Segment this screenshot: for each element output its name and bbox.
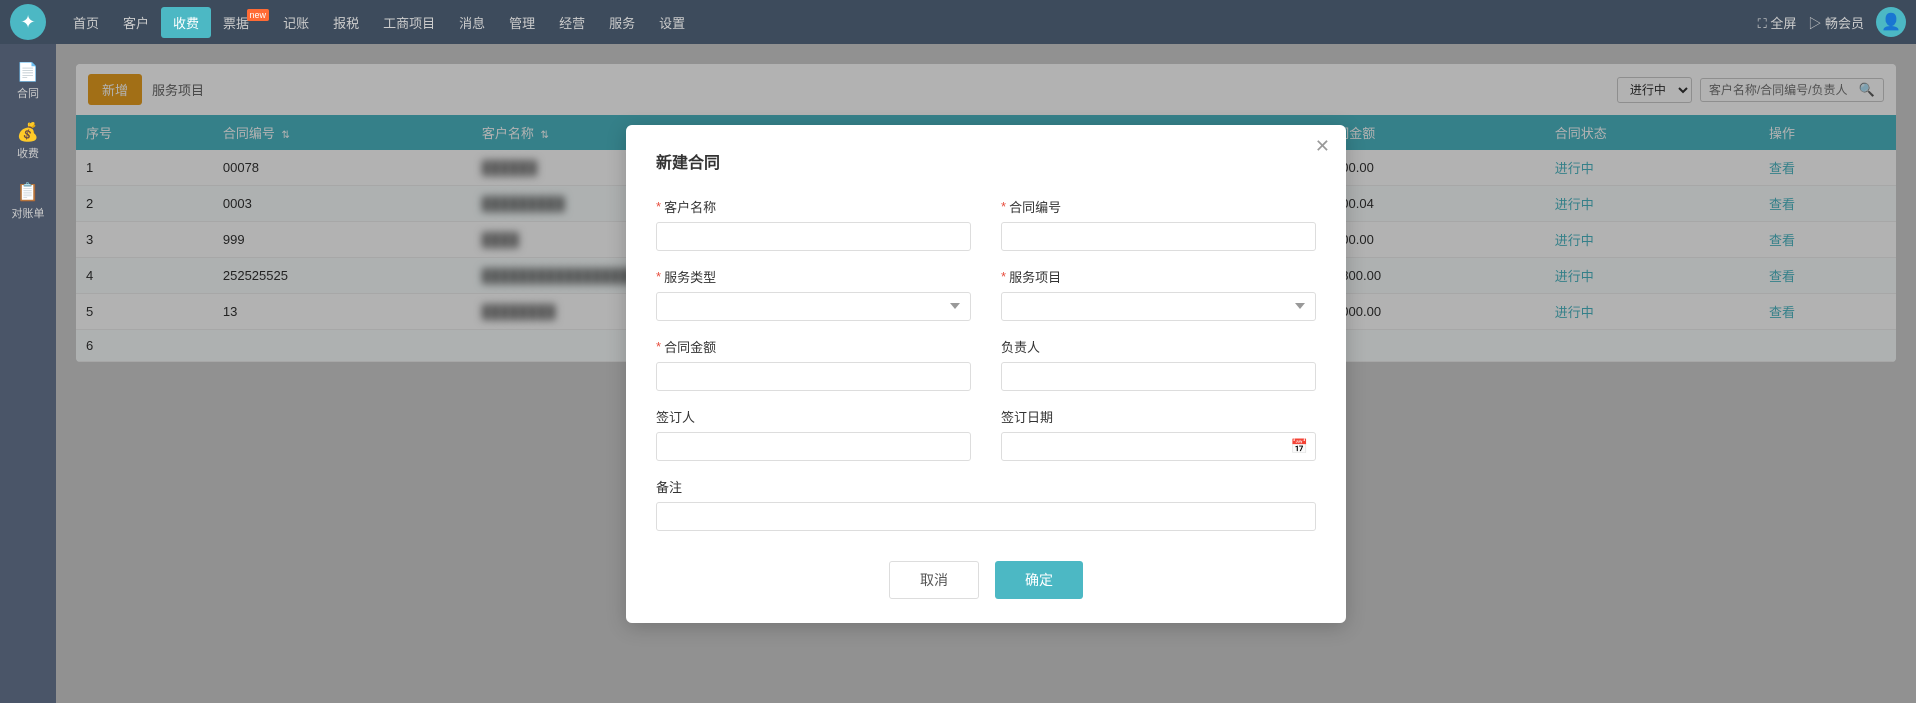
modal-new-contract: ✕ 新建合同 * 客户名称 * 合同 xyxy=(626,125,1346,623)
nav-item-manage[interactable]: 管理 xyxy=(497,7,547,38)
input-amount[interactable]: 0.00 xyxy=(656,362,971,391)
label-remark: 备注 xyxy=(656,477,1316,496)
field-contract-no: * 合同编号 xyxy=(1001,197,1316,251)
main-layout: 📄 合同 💰 收费 📋 对账单 新增 服务项目 进行中 已完成 已终止 xyxy=(0,44,1916,703)
input-sign-date[interactable]: 2023-06-06 xyxy=(1001,432,1316,461)
label-service-type: * 服务类型 xyxy=(656,267,971,286)
label-responsible-person: 负责人 xyxy=(1001,337,1316,356)
fullscreen-button[interactable]: ⛶ 全屏 xyxy=(1758,13,1797,32)
field-amount: * 合同金额 0.00 xyxy=(656,337,971,391)
input-remark[interactable] xyxy=(656,502,1316,531)
label-amount: * 合同金额 xyxy=(656,337,971,356)
nav-right: ⛶ 全屏 ▷ 畅会员 👤 xyxy=(1758,7,1906,37)
nav-items: 首页 客户 收费 票据 new 记账 报税 工商项目 消息 管理 经营 服务 设… xyxy=(61,7,1758,38)
contract-icon: 📄 xyxy=(7,62,49,83)
nav-item-tax[interactable]: 报税 xyxy=(321,7,371,38)
calendar-icon[interactable]: 📅 xyxy=(1291,438,1308,455)
field-sign-date: 签订日期 2023-06-06 📅 xyxy=(1001,407,1316,461)
sidebar-item-contract[interactable]: 📄 合同 xyxy=(3,54,53,109)
label-sign-date: 签订日期 xyxy=(1001,407,1316,426)
sidebar-item-statement-label: 对账单 xyxy=(12,208,45,220)
nav-item-message[interactable]: 消息 xyxy=(447,7,497,38)
nav-item-invoice[interactable]: 收费 xyxy=(161,7,211,38)
sidebar-item-statement[interactable]: 📋 对账单 xyxy=(3,174,53,229)
field-signer: 签订人 xyxy=(656,407,971,461)
statement-icon: 📋 xyxy=(7,182,49,203)
select-service-item[interactable] xyxy=(1001,292,1316,321)
sidebar-item-income[interactable]: 💰 收费 xyxy=(3,114,53,169)
nav-item-home[interactable]: 首页 xyxy=(61,7,111,38)
income-icon: 💰 xyxy=(7,122,49,143)
sidebar-item-contract-label: 合同 xyxy=(17,88,39,100)
nav-item-ticket[interactable]: 票据 new xyxy=(211,7,271,38)
label-service-item: * 服务项目 xyxy=(1001,267,1316,286)
nav-item-customer[interactable]: 客户 xyxy=(111,7,161,38)
modal-title: 新建合同 xyxy=(656,149,1316,173)
input-responsible-person[interactable] xyxy=(1001,362,1316,391)
new-badge: new xyxy=(247,9,270,21)
cancel-button[interactable]: 取消 xyxy=(889,561,979,599)
modal-close-button[interactable]: ✕ xyxy=(1315,137,1330,155)
field-customer-name: * 客户名称 xyxy=(656,197,971,251)
nav-item-business[interactable]: 工商项目 xyxy=(371,7,447,38)
nav-item-settings[interactable]: 设置 xyxy=(647,7,697,38)
sidebar-item-income-label: 收费 xyxy=(17,148,39,160)
label-signer: 签订人 xyxy=(656,407,971,426)
field-remark: 备注 xyxy=(656,477,1316,531)
input-contract-no[interactable] xyxy=(1001,222,1316,251)
modal-footer: 取消 确定 xyxy=(656,561,1316,599)
nav-item-operation[interactable]: 经营 xyxy=(547,7,597,38)
member-button[interactable]: ▷ 畅会员 xyxy=(1808,13,1864,32)
sign-date-wrapper: 2023-06-06 📅 xyxy=(1001,432,1316,461)
logo-icon: ✦ xyxy=(10,4,46,40)
content-area: 新增 服务项目 进行中 已完成 已终止 🔍 xyxy=(56,44,1916,703)
select-service-type[interactable] xyxy=(656,292,971,321)
label-customer-name: * 客户名称 xyxy=(656,197,971,216)
user-avatar[interactable]: 👤 xyxy=(1876,7,1906,37)
form-grid: * 客户名称 * 合同编号 xyxy=(656,197,1316,531)
field-service-type: * 服务类型 xyxy=(656,267,971,321)
input-customer-name[interactable] xyxy=(656,222,971,251)
field-service-item: * 服务项目 xyxy=(1001,267,1316,321)
field-responsible-person: 负责人 xyxy=(1001,337,1316,391)
nav-item-bookkeeping[interactable]: 记账 xyxy=(271,7,321,38)
input-signer[interactable] xyxy=(656,432,971,461)
confirm-button[interactable]: 确定 xyxy=(995,561,1083,599)
modal-overlay: ✕ 新建合同 * 客户名称 * 合同 xyxy=(56,44,1916,703)
nav-item-service[interactable]: 服务 xyxy=(597,7,647,38)
label-contract-no: * 合同编号 xyxy=(1001,197,1316,216)
top-nav: ✦ 首页 客户 收费 票据 new 记账 报税 工商项目 消息 管理 经营 服务… xyxy=(0,0,1916,44)
sidebar: 📄 合同 💰 收费 📋 对账单 xyxy=(0,44,56,703)
